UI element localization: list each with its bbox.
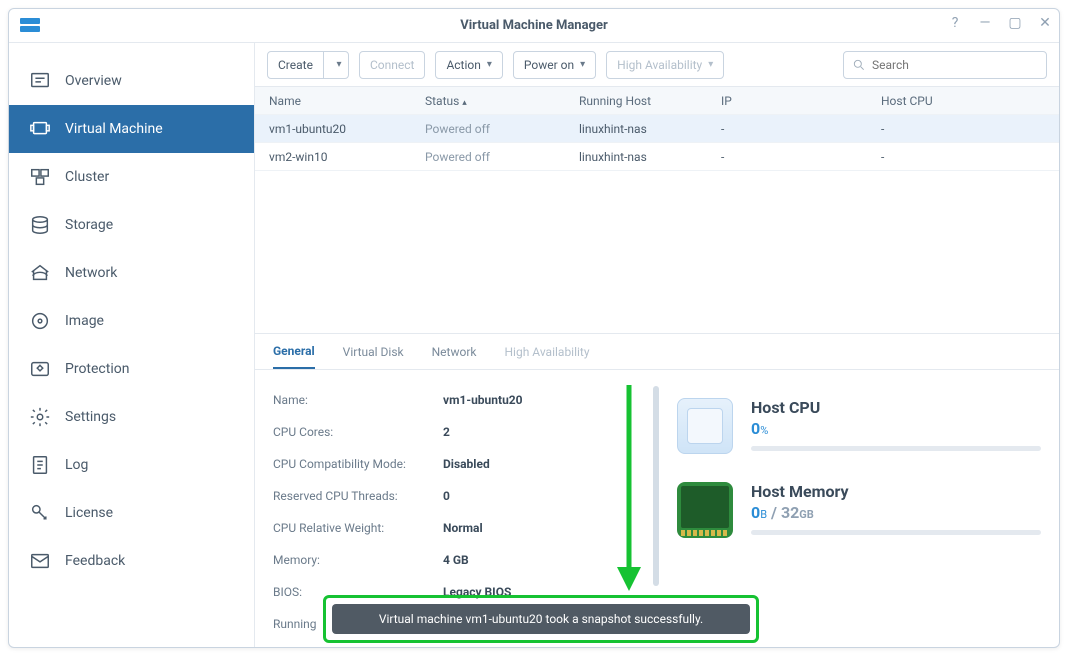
create-button[interactable]: Create ▾ [267, 51, 349, 79]
connect-button[interactable]: Connect [359, 51, 425, 79]
sidebar: Overview Virtual Machine Cluster Storage… [9, 43, 255, 647]
sidebar-item-network[interactable]: Network [9, 249, 254, 297]
close-button[interactable]: ✕ [1037, 15, 1053, 31]
sidebar-label: Storage [65, 217, 113, 233]
help-button[interactable]: ? [947, 15, 963, 31]
table-row[interactable]: vm2-win10 Powered off linuxhint-nas - - [255, 143, 1059, 171]
sidebar-label: Image [65, 313, 104, 329]
memory-usage-bar [751, 530, 1041, 535]
app-window: Virtual Machine Manager ? — ▢ ✕ Overview… [8, 8, 1060, 648]
toast-message: Virtual machine vm1-ubuntu20 took a snap… [332, 604, 750, 634]
cpu-usage-bar [751, 446, 1041, 451]
column-menu-icon[interactable]: ⋮ [1043, 94, 1059, 108]
sidebar-label: Feedback [65, 553, 125, 569]
col-name[interactable]: Name [255, 94, 411, 108]
sidebar-item-log[interactable]: Log [9, 441, 254, 489]
stat-host-memory: Host Memory 0B / 32GB [677, 482, 1041, 538]
table-header: Name Status ▴ Running Host IP Host CPU ⋮ [255, 87, 1059, 115]
search-box[interactable] [843, 51, 1047, 79]
toast-notification: Virtual machine vm1-ubuntu20 took a snap… [323, 595, 759, 643]
power-on-button[interactable]: Power on▾ [513, 51, 596, 79]
chevron-down-icon: ▾ [487, 59, 492, 70]
sort-asc-icon: ▴ [462, 98, 467, 108]
minimize-button[interactable]: — [977, 15, 993, 31]
sidebar-label: Overview [65, 73, 122, 89]
window-title: Virtual Machine Manager [460, 18, 607, 33]
sidebar-label: Virtual Machine [65, 121, 163, 137]
sidebar-label: Cluster [65, 169, 109, 185]
cpu-icon [677, 398, 733, 454]
sidebar-label: Protection [65, 361, 129, 377]
maximize-button[interactable]: ▢ [1007, 15, 1023, 31]
sidebar-label: License [65, 505, 113, 521]
app-icon [19, 15, 41, 35]
col-status[interactable]: Status ▴ [411, 94, 565, 108]
table-row[interactable]: vm1-ubuntu20 Powered off linuxhint-nas -… [255, 115, 1059, 143]
memory-icon [677, 482, 733, 538]
search-icon [852, 58, 866, 72]
sidebar-item-license[interactable]: License [9, 489, 254, 537]
tab-high-availability[interactable]: High Availability [504, 336, 589, 368]
scrollbar[interactable] [653, 386, 659, 586]
main-panel: Create ▾ Connect Action▾ Power on▾ High … [255, 43, 1059, 647]
detail-tabs: General Virtual Disk Network High Availa… [255, 334, 1059, 370]
chevron-down-icon: ▾ [708, 59, 713, 70]
tab-general[interactable]: General [273, 335, 315, 369]
sidebar-label: Settings [65, 409, 116, 425]
action-button[interactable]: Action▾ [435, 51, 502, 79]
col-running-host[interactable]: Running Host [565, 94, 707, 108]
sidebar-label: Network [65, 265, 117, 281]
chevron-down-icon: ▾ [580, 59, 585, 70]
tab-virtual-disk[interactable]: Virtual Disk [343, 336, 404, 368]
sidebar-item-virtual-machine[interactable]: Virtual Machine [9, 105, 254, 153]
sidebar-label: Log [65, 457, 88, 473]
sidebar-item-image[interactable]: Image [9, 297, 254, 345]
sidebar-item-protection[interactable]: Protection [9, 345, 254, 393]
toolbar: Create ▾ Connect Action▾ Power on▾ High … [255, 43, 1059, 87]
high-availability-button[interactable]: High Availability▾ [606, 51, 724, 79]
sidebar-item-storage[interactable]: Storage [9, 201, 254, 249]
tab-network[interactable]: Network [432, 336, 477, 368]
sidebar-item-settings[interactable]: Settings [9, 393, 254, 441]
chevron-down-icon[interactable]: ▾ [330, 59, 348, 70]
titlebar: Virtual Machine Manager ? — ▢ ✕ [9, 9, 1059, 43]
col-host-cpu[interactable]: Host CPU [867, 94, 1043, 108]
sidebar-item-overview[interactable]: Overview [9, 57, 254, 105]
col-ip[interactable]: IP [707, 94, 867, 108]
sidebar-item-feedback[interactable]: Feedback [9, 537, 254, 585]
sidebar-item-cluster[interactable]: Cluster [9, 153, 254, 201]
stat-host-cpu: Host CPU 0% [677, 398, 1041, 454]
search-input[interactable] [872, 58, 1038, 72]
